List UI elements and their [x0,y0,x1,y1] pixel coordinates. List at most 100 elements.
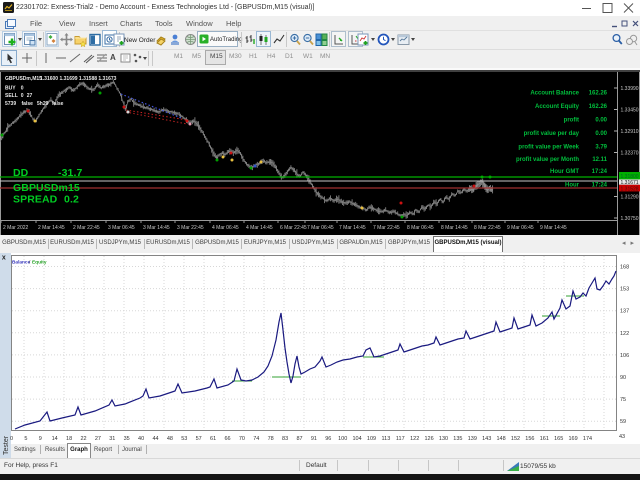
svg-text:1.31800: 1.31800 [621,174,639,180]
svg-text:3.79: 3.79 [595,145,607,151]
svg-text:48: 48 [167,436,173,442]
svg-text:0.2: 0.2 [64,194,79,206]
svg-text:1.31290: 1.31290 [621,195,639,201]
svg-text:4 Mar 06:45: 4 Mar 06:45 [212,225,239,231]
svg-text:135: 135 [453,436,462,442]
svg-text:5: 5 [24,436,27,442]
svg-text:78: 78 [268,436,274,442]
svg-text:139: 139 [468,436,477,442]
svg-text:1.31671: 1.31671 [621,180,639,186]
svg-text:Tester: Tester [3,435,10,455]
svg-text:1.32910: 1.32910 [621,129,639,135]
svg-text:91: 91 [311,436,317,442]
svg-text:0.00: 0.00 [595,118,607,124]
svg-text:3 Mar 14:45: 3 Mar 14:45 [143,225,170,231]
svg-text:43: 43 [619,434,625,440]
svg-text:57: 57 [196,436,202,442]
svg-text:161: 161 [540,436,549,442]
svg-text:130: 130 [439,436,448,442]
svg-text:7 Mar 22:45: 7 Mar 22:45 [373,225,400,231]
svg-text:8 Mar 06:45: 8 Mar 06:45 [407,225,434,231]
svg-text:7 Mar 14:45: 7 Mar 14:45 [339,225,366,231]
svg-text:1.30750: 1.30750 [621,216,639,222]
svg-text:27: 27 [95,436,101,442]
svg-text:SPREAD: SPREAD [13,194,58,206]
svg-text:70: 70 [239,436,245,442]
svg-text:1.31528: 1.31528 [621,186,639,192]
svg-text:53: 53 [181,436,187,442]
svg-text:8 Mar 22:45: 8 Mar 22:45 [474,225,501,231]
svg-text:17:24: 17:24 [592,169,608,175]
svg-text:100: 100 [338,436,347,442]
svg-text:9 Mar 06:45: 9 Mar 06:45 [507,225,534,231]
svg-text:59: 59 [620,419,626,425]
svg-text:5739: 5739 [5,101,16,107]
svg-text:0.00: 0.00 [595,131,607,137]
svg-text:152: 152 [511,436,520,442]
svg-text:profit value per Week: profit value per Week [518,145,579,151]
svg-text:18: 18 [66,436,72,442]
svg-text:x: x [2,255,6,262]
svg-text:31: 31 [109,436,115,442]
svg-text:5h29: 5h29 [37,101,49,107]
svg-text:35: 35 [124,436,130,442]
svg-text:17:24: 17:24 [592,183,608,189]
svg-text:SELL: SELL [5,93,18,99]
svg-text:Account Equity: Account Equity [535,104,580,110]
svg-text:137: 137 [620,309,629,315]
svg-text:0: 0 [21,86,24,92]
svg-text:27: 27 [27,93,33,99]
svg-text:90: 90 [620,375,626,381]
svg-text:14: 14 [52,436,58,442]
svg-text:75: 75 [620,397,626,403]
svg-text:4 Mar 14:45: 4 Mar 14:45 [246,225,273,231]
svg-text:DD: DD [13,167,29,179]
svg-text:profit: profit [564,118,579,124]
svg-text:61: 61 [210,436,216,442]
svg-text:Balance: Balance [12,260,31,266]
svg-text:22: 22 [80,436,86,442]
svg-text:174: 174 [583,436,592,442]
svg-text:profit value per day: profit value per day [524,131,580,137]
svg-text:162.26: 162.26 [589,91,608,97]
svg-text:40: 40 [138,436,144,442]
svg-text:0: 0 [21,93,24,99]
svg-text:87: 87 [296,436,302,442]
svg-text:153: 153 [620,287,629,293]
svg-text:162.26: 162.26 [589,104,608,110]
svg-text:Hour GMT: Hour GMT [550,169,579,175]
svg-text:profit value per Month: profit value per Month [516,157,579,163]
svg-text:false: false [52,101,64,107]
svg-text:12.11: 12.11 [592,157,607,163]
svg-text:9: 9 [39,436,42,442]
svg-text:143: 143 [482,436,491,442]
svg-text:2 Mar 2022: 2 Mar 2022 [3,225,29,231]
svg-text:-31.7: -31.7 [58,167,82,179]
svg-text:false: false [22,101,34,107]
svg-text:126: 126 [425,436,434,442]
svg-text:109: 109 [367,436,376,442]
svg-text:3 Mar 22:45: 3 Mar 22:45 [177,225,204,231]
svg-text:104: 104 [353,436,362,442]
svg-text:BUY: BUY [5,86,16,92]
svg-text:1.31600 1.31699 1.31588 1.3167: 1.31600 1.31699 1.31588 1.31673 [40,76,117,82]
svg-text:0: 0 [10,436,13,442]
svg-text:7 Mar 06:45: 7 Mar 06:45 [307,225,334,231]
svg-text:96: 96 [325,436,331,442]
svg-text:1.32370: 1.32370 [621,151,639,157]
svg-text:106: 106 [620,353,629,359]
svg-text:122: 122 [410,436,419,442]
svg-text:9 Mar 14:45: 9 Mar 14:45 [540,225,567,231]
svg-text:169: 169 [569,436,578,442]
svg-text:66: 66 [224,436,230,442]
svg-text:165: 165 [554,436,563,442]
svg-text:113: 113 [382,436,391,442]
svg-text:122: 122 [620,331,629,337]
svg-text:8 Mar 14:45: 8 Mar 14:45 [441,225,468,231]
svg-text:1.33990: 1.33990 [621,86,639,92]
svg-text:GBPUSDm,M15: GBPUSDm,M15 [5,76,42,82]
svg-text:Hour: Hour [565,183,580,189]
svg-text:44: 44 [152,436,158,442]
svg-text:117: 117 [396,436,405,442]
svg-text:Equity: Equity [32,260,47,266]
